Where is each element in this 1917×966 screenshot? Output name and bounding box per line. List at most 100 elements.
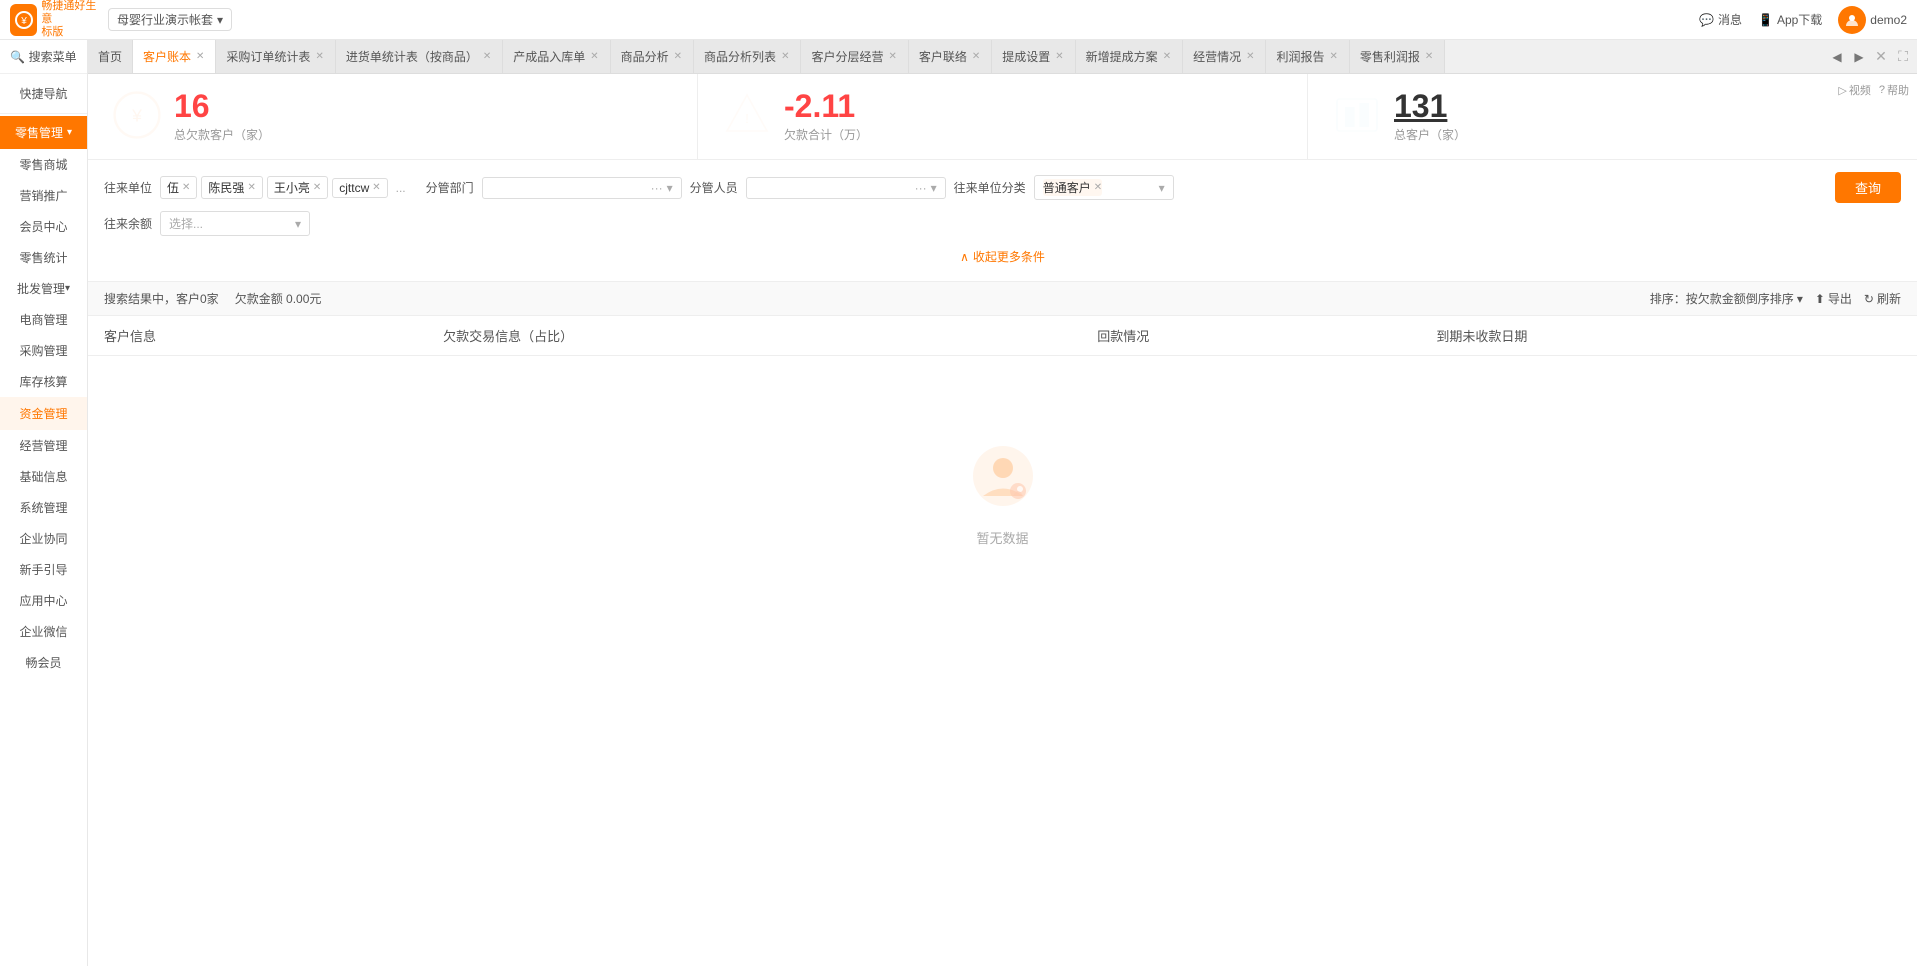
sidebar-item-wxwork[interactable]: 企业微信 xyxy=(0,616,87,647)
tab-next-button[interactable]: ▶ xyxy=(1849,47,1869,67)
stat-value-all-customers: 131 xyxy=(1394,90,1466,122)
tab-purchase-stats-product[interactable]: 进货单统计表（按商品） ✕ xyxy=(336,40,503,74)
message-icon: 💬 xyxy=(1699,13,1714,27)
stat-label-debt: 欠款合计（万） xyxy=(784,126,868,143)
logo-area: ¥ 畅捷通好生意 标版 xyxy=(10,0,98,39)
export-button[interactable]: ⬆ 导出 xyxy=(1815,290,1852,307)
tab-close-icon-4[interactable]: ✕ xyxy=(589,50,599,63)
sidebar-quick-nav: 快捷导航 xyxy=(0,74,87,114)
filter-row-1: 往来单位 伍 ✕ 陈民强 ✕ 王小亮 ✕ xyxy=(104,172,1901,203)
refresh-button[interactable]: ↻ 刷新 xyxy=(1864,290,1901,307)
tab-customer-contact[interactable]: 客户联络 ✕ xyxy=(909,40,992,74)
col-due-date: 到期未收款日期 xyxy=(1420,316,1917,356)
remove-tag-wang[interactable]: ✕ xyxy=(313,182,321,193)
video-help-link[interactable]: ▷ 视频 xyxy=(1838,82,1870,98)
stat-label-customers: 总欠款客户（家） xyxy=(174,126,270,143)
unit-class-select[interactable]: 普通客户 ✕ ▾ xyxy=(1034,175,1174,200)
tab-close-icon-3[interactable]: ✕ xyxy=(482,50,492,63)
sidebar-item-inventory[interactable]: 库存核算 xyxy=(0,366,87,397)
sidebar-item-collab[interactable]: 企业协同 xyxy=(0,523,87,554)
app-download-button[interactable]: 📱 App下载 xyxy=(1758,11,1822,28)
dept-label: 分管部门 xyxy=(426,179,474,196)
export-icon: ⬆ xyxy=(1815,292,1825,306)
search-button[interactable]: 查询 xyxy=(1835,172,1901,203)
tab-product-analysis-list[interactable]: 商品分析列表 ✕ xyxy=(694,40,801,74)
sidebar-item-member[interactable]: 畅会员 xyxy=(0,647,87,678)
filter-tags: 伍 ✕ 陈民强 ✕ 王小亮 ✕ cjttcw ✕ xyxy=(160,176,410,199)
sidebar-item-retail-stats[interactable]: 零售统计 xyxy=(0,242,87,273)
sidebar-item-newguide[interactable]: 新手引导 xyxy=(0,554,87,585)
play-icon: ▷ xyxy=(1838,84,1846,97)
svg-text:¥: ¥ xyxy=(131,105,142,125)
remove-unit-class[interactable]: ✕ xyxy=(1094,182,1102,193)
remove-tag-chen[interactable]: ✕ xyxy=(247,182,255,193)
tab-close-icon[interactable]: ✕ xyxy=(195,50,205,63)
tab-produce-inbound[interactable]: 产成品入库单 ✕ xyxy=(503,40,610,74)
sidebar-item-retail-mall[interactable]: 零售商城 xyxy=(0,149,87,180)
tab-new-commission[interactable]: 新增提成方案 ✕ xyxy=(1076,40,1183,74)
sidebar-section: 零售管理 ▾ 零售商城 营销推广 会员中心 零售统计 批发管理 ▾ 电商管理 xyxy=(0,114,87,680)
collapse-button[interactable]: ∧ 收起更多条件 xyxy=(948,244,1057,269)
chevron-icon-2: ▾ xyxy=(65,283,70,294)
avatar xyxy=(1838,6,1866,34)
chevron-down-icon-person: ▾ xyxy=(931,181,937,195)
empty-icon xyxy=(963,436,1043,516)
tab-operations[interactable]: 经营情况 ✕ xyxy=(1183,40,1266,74)
sidebar-item-wholesale-mgmt[interactable]: 批发管理 ▾ xyxy=(0,273,87,304)
tab-fullscreen-button[interactable]: ⛶ xyxy=(1893,47,1913,67)
sidebar-item-quicknav[interactable]: 快捷导航 xyxy=(0,78,87,109)
stat-value-debt: -2.11 xyxy=(784,90,868,122)
sidebar-item-marketing[interactable]: 营销推广 xyxy=(0,180,87,211)
tab-product-analysis[interactable]: 商品分析 ✕ xyxy=(611,40,694,74)
sidebar-item-ecommerce[interactable]: 电商管理 xyxy=(0,304,87,335)
sidebar-search[interactable]: 🔍 搜索菜单 xyxy=(0,40,87,74)
tab-close-icon-11[interactable]: ✕ xyxy=(1245,50,1255,63)
tab-close-icon-12[interactable]: ✕ xyxy=(1329,50,1339,63)
person-select[interactable]: ··· ▾ xyxy=(746,177,946,199)
user-menu[interactable]: demo2 xyxy=(1838,6,1907,34)
account-selector[interactable]: 母婴行业演示帐套 ▾ xyxy=(108,8,232,31)
filter-tag-cjttcw: cjttcw ✕ xyxy=(332,178,387,198)
tab-customer-ledger[interactable]: 客户账本 ✕ xyxy=(133,40,216,74)
sort-select[interactable]: 排序：按欠款金额倒序排序 ▾ xyxy=(1650,290,1803,307)
dept-select[interactable]: ··· ▾ xyxy=(482,177,682,199)
tab-close-icon-10[interactable]: ✕ xyxy=(1162,50,1172,63)
message-button[interactable]: 💬 消息 xyxy=(1699,11,1742,28)
stats-bar: ¥ 16 总欠款客户（家） ! xyxy=(88,74,1917,160)
tab-commission-settings[interactable]: 提成设置 ✕ xyxy=(992,40,1075,74)
balance-select[interactable]: 选择... ▾ xyxy=(160,211,310,236)
tab-prev-button[interactable]: ◀ xyxy=(1827,47,1847,67)
tab-customer-layered[interactable]: 客户分层经营 ✕ xyxy=(801,40,908,74)
remove-tag-cjttcw[interactable]: ✕ xyxy=(372,182,380,193)
sidebar-item-appcenter[interactable]: 应用中心 xyxy=(0,585,87,616)
tab-retail-profit[interactable]: 零售利润报 ✕ xyxy=(1350,40,1445,74)
tab-close-icon-8[interactable]: ✕ xyxy=(971,50,981,63)
sidebar-item-system[interactable]: 系统管理 xyxy=(0,492,87,523)
sidebar-item-operations[interactable]: 经营管理 xyxy=(0,430,87,461)
chevron-up-icon: ∧ xyxy=(960,250,969,264)
tab-purchase-order-stats[interactable]: 采购订单统计表 ✕ xyxy=(216,40,335,74)
stat-total-debt: ! -2.11 欠款合计（万） xyxy=(698,74,1308,159)
collapse-row: ∧ 收起更多条件 xyxy=(104,244,1901,269)
tab-close-icon-13[interactable]: ✕ xyxy=(1424,50,1434,63)
tab-close-icon-9[interactable]: ✕ xyxy=(1054,50,1064,63)
result-actions: 排序：按欠款金额倒序排序 ▾ ⬆ 导出 ↻ 刷新 xyxy=(1650,290,1901,307)
tab-close-all-button[interactable]: ✕ xyxy=(1871,47,1891,67)
tab-close-icon-2[interactable]: ✕ xyxy=(314,50,324,63)
sidebar-item-finance[interactable]: 资金管理 xyxy=(0,397,87,430)
empty-text: 暂无数据 xyxy=(976,528,1028,547)
sidebar-item-purchase[interactable]: 采购管理 xyxy=(0,335,87,366)
remove-tag-wu[interactable]: ✕ xyxy=(182,182,190,193)
sidebar-item-retail-mgmt[interactable]: 零售管理 ▾ xyxy=(0,116,87,149)
tab-close-icon-5[interactable]: ✕ xyxy=(673,50,683,63)
sidebar-item-basic-info[interactable]: 基础信息 xyxy=(0,461,87,492)
sidebar: 🔍 搜索菜单 快捷导航 零售管理 ▾ 零售商城 营销推广 会员中心 零售统计 xyxy=(0,40,88,966)
tab-close-icon-7[interactable]: ✕ xyxy=(887,50,897,63)
more-tags-button[interactable]: ... xyxy=(392,179,410,197)
tab-close-icon-6[interactable]: ✕ xyxy=(780,50,790,63)
top-header: ¥ 畅捷通好生意 标版 母婴行业演示帐套 ▾ 💬 消息 📱 App下载 demo… xyxy=(0,0,1917,40)
doc-help-link[interactable]: ? 帮助 xyxy=(1879,82,1909,98)
tab-home[interactable]: 首页 xyxy=(88,40,133,74)
tab-profit-report[interactable]: 利润报告 ✕ xyxy=(1266,40,1349,74)
sidebar-item-member-center[interactable]: 会员中心 xyxy=(0,211,87,242)
